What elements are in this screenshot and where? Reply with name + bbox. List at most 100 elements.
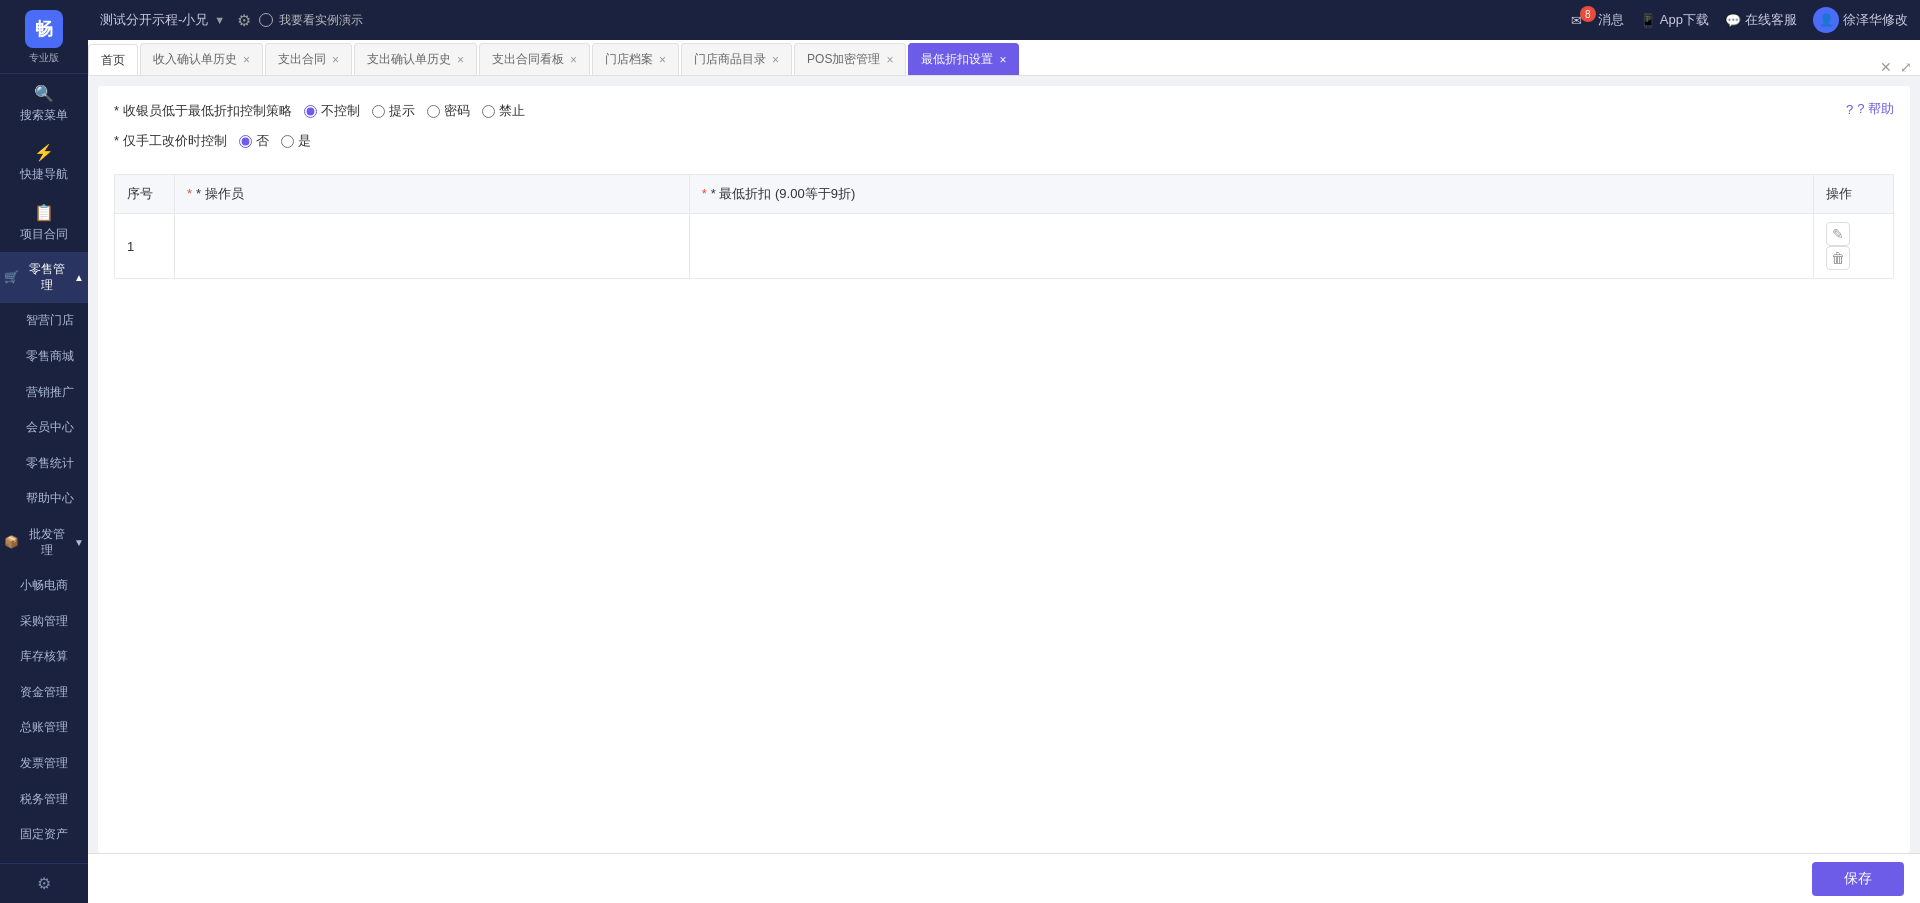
tab-label: POS加密管理 [807, 51, 880, 68]
sidebar-item-label: 营销推广 [26, 385, 74, 401]
option-yes[interactable]: 是 [281, 132, 311, 150]
discount-policy-label: * 收银员低于最低折扣控制策略 [114, 102, 292, 120]
tab-label: 支出合同看板 [492, 51, 564, 68]
tab-close-icon[interactable]: × [659, 53, 666, 67]
tab-close-icon[interactable]: × [332, 53, 339, 67]
discount-table-container: 序号 ** 操作员 ** 最低折扣 (9.00等于9折) 操作 [114, 166, 1894, 279]
sidebar-item-purchase[interactable]: 采购管理 [0, 604, 88, 640]
option-no-control-label: 不控制 [321, 102, 360, 120]
sidebar-bottom: ⚙ [0, 863, 88, 903]
col-action-header: 操作 [1814, 175, 1894, 214]
sidebar-item-label: 项目合同 [20, 227, 68, 243]
tab-bar: 首页 收入确认单历史 × 支出合同 × 支出确认单历史 × 支出合同看板 × 门… [88, 40, 1920, 76]
tab-payment-board[interactable]: 支出合同看板 × [479, 43, 590, 75]
tab-close-icon[interactable]: × [457, 53, 464, 67]
sidebar-item-search[interactable]: 🔍 搜索菜单 [0, 74, 88, 133]
tab-close-icon[interactable]: × [999, 53, 1006, 67]
sidebar-item-assets[interactable]: 固定资产 [0, 817, 88, 853]
sidebar-item-retail-stats[interactable]: 零售统计 [0, 446, 88, 482]
tab-close-icon[interactable]: × [570, 53, 577, 67]
sidebar-item-tax[interactable]: 税务管理 [0, 782, 88, 818]
sidebar-item-label: 会员中心 [26, 420, 74, 436]
discount-policy-options: 不控制 提示 密码 禁止 [304, 102, 525, 120]
message-badge: 8 [1580, 6, 1596, 22]
option-password[interactable]: 密码 [427, 102, 470, 120]
tab-min-discount[interactable]: 最低折扣设置 × [908, 43, 1019, 75]
support-button[interactable]: 💬 在线客服 [1725, 11, 1797, 29]
manual-price-row: * 仅手工改价时控制 否 是 [114, 132, 1894, 150]
edit-row-button[interactable]: ✎ [1826, 222, 1850, 246]
demo-circle-icon [259, 13, 273, 27]
app-logo-text: 专业版 [29, 51, 59, 65]
help-icon: ? [1846, 102, 1853, 117]
sidebar-item-project[interactable]: 📋 项目合同 [0, 193, 88, 252]
sidebar-item-inventory[interactable]: 库存核算 [0, 639, 88, 675]
user-menu[interactable]: 👤 徐泽华修改 [1813, 7, 1908, 33]
sidebar-item-label: 小畅电商 [20, 578, 68, 594]
tab-close-icon[interactable]: × [886, 53, 893, 67]
tab-label: 首页 [101, 52, 125, 69]
user-avatar: 👤 [1813, 7, 1839, 33]
sidebar-item-retail[interactable]: 🛒 零售管理 ▲ [0, 252, 88, 303]
demo-text: 我要看实例演示 [279, 12, 363, 29]
sidebar-item-wholesale[interactable]: 📦 批发管理 ▼ [0, 517, 88, 568]
sidebar-item-label: 智营门店 [26, 313, 74, 329]
manual-price-label: * 仅手工改价时控制 [114, 132, 227, 150]
sidebar-item-smart-store[interactable]: 智营门店 [0, 303, 88, 339]
sidebar-item-help[interactable]: 帮助中心 [0, 481, 88, 517]
tab-payment-contract[interactable]: 支出合同 × [265, 43, 352, 75]
sidebar-item-label: 零售管理 [23, 262, 70, 293]
sidebar-item-salary[interactable]: 工资 [0, 853, 88, 863]
option-forbid[interactable]: 禁止 [482, 102, 525, 120]
support-label: 在线客服 [1745, 11, 1797, 29]
tab-close-icon[interactable]: × [243, 53, 250, 67]
sidebar-item-label: 库存核算 [20, 649, 68, 665]
tab-payment-history[interactable]: 支出确认单历史 × [354, 43, 477, 75]
tab-label: 门店档案 [605, 51, 653, 68]
wholesale-icon: 📦 [4, 535, 19, 551]
sidebar-item-label: 帮助中心 [26, 491, 74, 507]
tab-income-history[interactable]: 收入确认单历史 × [140, 43, 263, 75]
option-no-control[interactable]: 不控制 [304, 102, 360, 120]
retail-icon: 🛒 [4, 270, 19, 286]
cell-discount [689, 214, 1813, 279]
delete-row-button[interactable]: 🗑 [1826, 246, 1850, 270]
demo-link[interactable]: 我要看实例演示 [259, 12, 363, 29]
tab-store-archive[interactable]: 门店档案 × [592, 43, 679, 75]
sidebar-item-label: 资金管理 [20, 685, 68, 701]
topbar-settings-icon[interactable]: ⚙ [237, 11, 251, 30]
sidebar-item-shortcut[interactable]: ⚡ 快捷导航 [0, 133, 88, 192]
sidebar-item-marketing[interactable]: 营销推广 [0, 375, 88, 411]
message-label: 消息 [1598, 11, 1624, 29]
sidebar-item-label: 快捷导航 [20, 167, 68, 183]
sidebar-item-online-store[interactable]: 零售商城 [0, 339, 88, 375]
tab-store-products[interactable]: 门店商品目录 × [681, 43, 792, 75]
save-button[interactable]: 保存 [1812, 862, 1904, 896]
sidebar-item-accounting[interactable]: 总账管理 [0, 710, 88, 746]
tab-pos-password[interactable]: POS加密管理 × [794, 43, 906, 75]
message-button[interactable]: ✉ 8 消息 [1571, 11, 1624, 29]
tab-bar-actions: ✕ ⤢ [1872, 59, 1920, 75]
app-download-button[interactable]: 📱 App下载 [1640, 11, 1709, 29]
main-area: 测试分开示程-小兄 ▼ ⚙ 我要看实例演示 ✉ 8 消息 📱 App下载 💬 在… [88, 0, 1920, 903]
project-selector[interactable]: 测试分开示程-小兄 ▼ [100, 11, 225, 29]
bottom-bar: 保存 [88, 853, 1920, 903]
option-password-label: 密码 [444, 102, 470, 120]
tab-home[interactable]: 首页 [88, 44, 138, 76]
app-icon: 📱 [1640, 13, 1656, 28]
sidebar-item-invoice[interactable]: 发票管理 [0, 746, 88, 782]
help-link[interactable]: ? ? 帮助 [1846, 100, 1894, 118]
tab-label: 支出合同 [278, 51, 326, 68]
sidebar-item-ecommerce[interactable]: 小畅电商 [0, 568, 88, 604]
option-no[interactable]: 否 [239, 132, 269, 150]
tab-close-icon[interactable]: × [772, 53, 779, 67]
settings-icon[interactable]: ⚙ [37, 874, 51, 893]
tab-expand-icon[interactable]: ⤢ [1900, 59, 1912, 75]
option-prompt[interactable]: 提示 [372, 102, 415, 120]
sidebar-item-member[interactable]: 会员中心 [0, 410, 88, 446]
help-text: ? 帮助 [1857, 100, 1894, 118]
tab-label: 支出确认单历史 [367, 51, 451, 68]
tab-close-all-icon[interactable]: ✕ [1880, 59, 1892, 75]
sidebar-logo: 畅 专业版 [0, 0, 88, 74]
sidebar-item-finance[interactable]: 资金管理 [0, 675, 88, 711]
